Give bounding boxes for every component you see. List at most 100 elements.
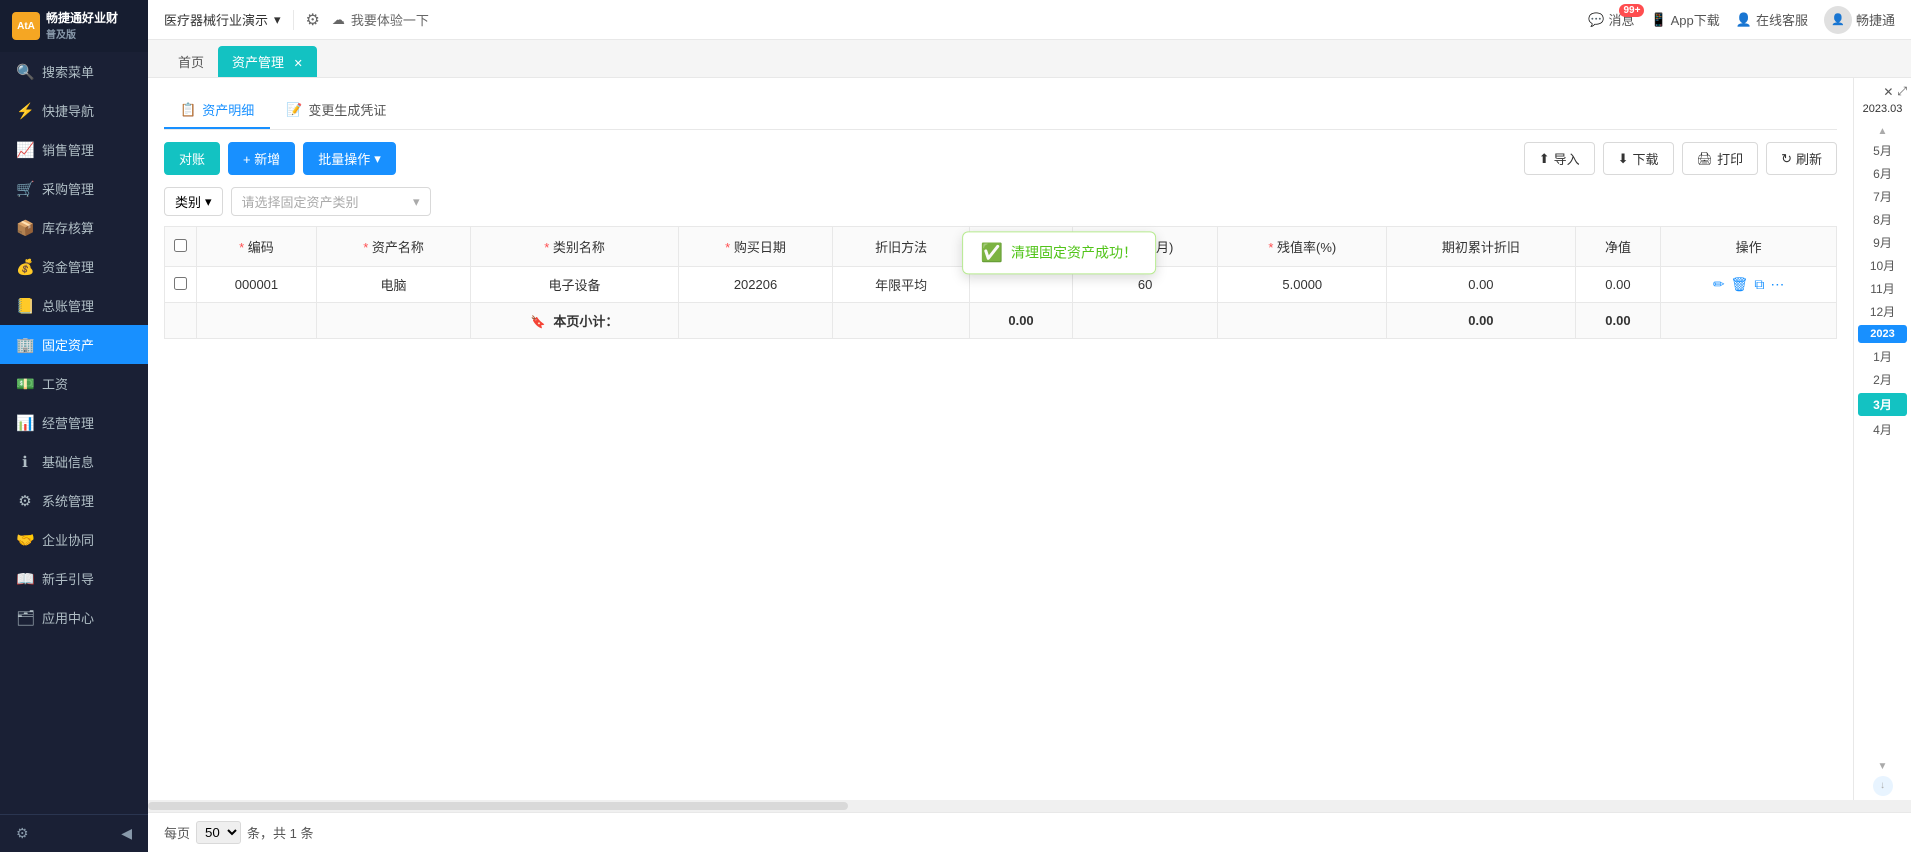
sidebar-item-fixed-assets[interactable]: 🏢 固定资产 <box>0 325 148 364</box>
experience-button[interactable]: ☁ 我要体验一下 <box>332 10 429 29</box>
month-11[interactable]: 11月 <box>1854 277 1911 300</box>
app-logo: AtA 畅捷通好业财 普及版 <box>0 0 148 52</box>
tab-asset-detail[interactable]: 📋 资产明细 <box>164 92 270 129</box>
sidebar-collapse-icon[interactable]: ◀ <box>121 825 132 842</box>
month-3-active[interactable]: 3月 <box>1858 393 1907 416</box>
app-download-button[interactable]: 📱 App下载 <box>1650 10 1719 29</box>
month-6[interactable]: 6月 <box>1854 162 1911 185</box>
tab-home[interactable]: 首页 <box>164 46 218 77</box>
year-2023-marker[interactable]: 2023 <box>1858 325 1907 343</box>
sidebar-item-funds[interactable]: 💰 资金管理 <box>0 247 148 286</box>
edit-icon[interactable]: ✏ <box>1713 276 1725 293</box>
row-actions: ✏ 🗑 ⧉ ⋯ <box>1669 276 1828 293</box>
print-icon: 🖨 <box>1697 151 1714 167</box>
rp-close-icon[interactable]: ✕ <box>1883 85 1893 99</box>
scroll-up-icon: ▲ <box>1878 126 1888 137</box>
rp-scroll-down[interactable]: ▼ ↓ <box>1854 757 1911 800</box>
import-button[interactable]: ⬆ 导入 <box>1524 142 1595 175</box>
rp-scroll-up[interactable]: ▲ <box>1854 121 1911 139</box>
print-button[interactable]: 🖨 打印 <box>1682 142 1759 175</box>
sidebar-item-search[interactable]: 🔍 搜索菜单 <box>0 52 148 91</box>
subtotal-label: 🔖 本页小计： <box>531 314 619 329</box>
sidebar-item-guide[interactable]: 📖 新手引导 <box>0 559 148 598</box>
category-filter-label[interactable]: 类别 ▾ <box>164 187 223 216</box>
rp-year-month-label: 2023.03 <box>1854 101 1911 121</box>
month-9[interactable]: 9月 <box>1854 231 1911 254</box>
month-5[interactable]: 5月 <box>1854 139 1911 162</box>
messages-button[interactable]: 💬 消息 99+ <box>1588 10 1634 29</box>
download-button[interactable]: ⬇ 下载 <box>1603 142 1674 175</box>
row-code: 000001 <box>197 267 317 303</box>
new-button[interactable]: + 新增 <box>228 142 295 175</box>
sidebar-item-label: 总账管理 <box>42 296 94 315</box>
company-selector[interactable]: 医疗器械行业演示 ▾ <box>164 10 281 29</box>
tab-asset-management[interactable]: 资产管理 ✕ <box>218 46 317 77</box>
sidebar-item-label: 应用中心 <box>42 608 94 627</box>
tab-close-icon[interactable]: ✕ <box>294 58 303 70</box>
sidebar-item-sales[interactable]: 📈 销售管理 <box>0 130 148 169</box>
online-service-button[interactable]: 👤 在线客服 <box>1736 10 1808 29</box>
sidebar: AtA 畅捷通好业财 普及版 🔍 搜索菜单 ⚡ 快捷导航 📈 销售管理 🛒 采购… <box>0 0 148 852</box>
sidebar-item-app-center[interactable]: 🗂 应用中心 <box>0 598 148 637</box>
topbar-settings-icon[interactable]: ⚙ <box>306 10 320 30</box>
month-2[interactable]: 2月 <box>1854 368 1911 391</box>
rp-circle-icon[interactable]: ↓ <box>1873 776 1893 796</box>
topbar-divider <box>293 10 294 30</box>
refresh-button[interactable]: ↻ 刷新 <box>1766 142 1837 175</box>
col-name: 资产名称 <box>316 227 470 267</box>
batch-ops-button[interactable]: 批量操作 ▾ <box>303 142 396 175</box>
category-filter-chevron: ▾ <box>205 194 212 210</box>
total-text: 条，共 1 条 <box>247 823 313 842</box>
reconcile-button[interactable]: 对账 <box>164 142 220 175</box>
sidebar-item-cooperation[interactable]: 🤝 企业协同 <box>0 520 148 559</box>
fixed-assets-icon: 🏢 <box>16 336 34 354</box>
user-profile[interactable]: 👤 畅捷通 <box>1824 6 1895 34</box>
toolbar-right: ⬆ 导入 ⬇ 下载 🖨 打印 ↻ 刷新 <box>1524 142 1837 175</box>
col-category: 类别名称 <box>471 227 679 267</box>
select-all-header[interactable] <box>165 227 197 267</box>
month-1[interactable]: 1月 <box>1854 345 1911 368</box>
copy-icon[interactable]: ⧉ <box>1754 276 1764 293</box>
sidebar-settings-icon[interactable]: ⚙ <box>16 825 29 842</box>
row-net-value: 0.00 <box>1575 267 1660 303</box>
sidebar-item-inventory[interactable]: 📦 库存核算 <box>0 208 148 247</box>
month-8[interactable]: 8月 <box>1854 208 1911 231</box>
subtotal-opening: 0.00 <box>1387 303 1576 339</box>
sidebar-item-system[interactable]: ⚙ 系统管理 <box>0 481 148 520</box>
horizontal-scrollbar[interactable] <box>148 800 1911 812</box>
month-10[interactable]: 10月 <box>1854 254 1911 277</box>
sidebar-item-label: 工资 <box>42 374 68 393</box>
subtotal-row: 🔖 本页小计： 0.00 0.00 0.00 <box>165 303 1837 339</box>
sidebar-item-purchase[interactable]: 🛒 采购管理 <box>0 169 148 208</box>
inventory-icon: 📦 <box>16 219 34 237</box>
subtotal-net: 0.00 <box>1575 303 1660 339</box>
category-dropdown[interactable]: 请选择固定资产类别 ▾ <box>231 187 431 216</box>
scroll-down-icon: ▼ <box>1854 761 1911 772</box>
sidebar-item-label: 企业协同 <box>42 530 94 549</box>
success-message: 清理固定资产成功！ <box>1011 242 1137 262</box>
category-dropdown-chevron: ▾ <box>413 194 420 210</box>
sidebar-item-label: 资金管理 <box>42 257 94 276</box>
month-12[interactable]: 12月 <box>1854 300 1911 323</box>
sidebar-item-label: 基础信息 <box>42 452 94 471</box>
subtotal-original: 0.00 <box>970 303 1073 339</box>
sidebar-item-operations[interactable]: 📊 经营管理 <box>0 403 148 442</box>
sidebar-item-ledger[interactable]: 📒 总账管理 <box>0 286 148 325</box>
tabbar: 首页 资产管理 ✕ <box>148 40 1911 78</box>
select-all-checkbox[interactable] <box>174 239 187 252</box>
row-checkbox[interactable] <box>174 277 187 290</box>
scroll-thumb[interactable] <box>148 802 848 810</box>
month-4[interactable]: 4月 <box>1854 418 1911 441</box>
purchase-icon: 🛒 <box>16 180 34 198</box>
rp-expand-icon[interactable]: ⤢ <box>1897 84 1907 99</box>
topbar-right: 💬 消息 99+ 📱 App下载 👤 在线客服 👤 畅捷通 <box>1588 6 1895 34</box>
sidebar-item-quick-nav[interactable]: ⚡ 快捷导航 <box>0 91 148 130</box>
sidebar-item-basic-info[interactable]: ℹ 基础信息 <box>0 442 148 481</box>
per-page-select[interactable]: 50 <box>196 821 241 844</box>
tab-change-voucher[interactable]: 📝 变更生成凭证 <box>270 92 402 129</box>
sidebar-item-payroll[interactable]: 💵 工资 <box>0 364 148 403</box>
row-checkbox-cell[interactable] <box>165 267 197 303</box>
delete-icon[interactable]: 🗑 <box>1731 276 1749 293</box>
more-icon[interactable]: ⋯ <box>1770 276 1784 293</box>
month-7[interactable]: 7月 <box>1854 185 1911 208</box>
